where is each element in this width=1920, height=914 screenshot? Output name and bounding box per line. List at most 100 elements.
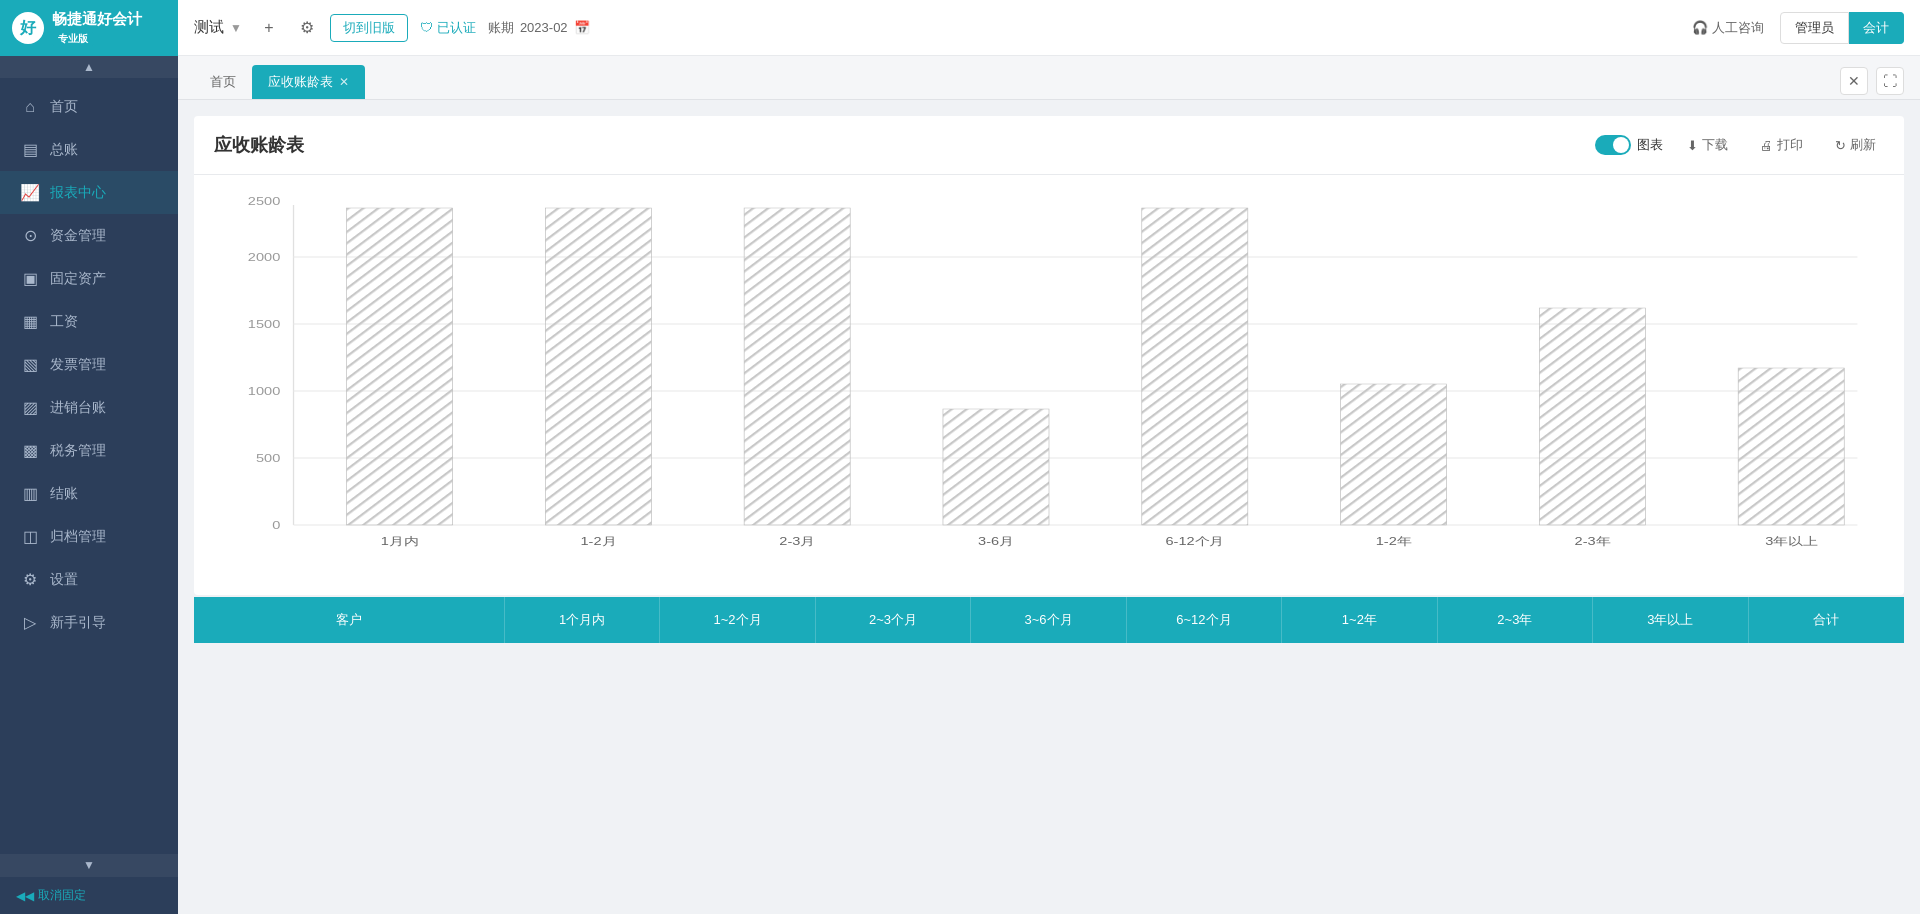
shield-icon: 🛡 [420, 20, 433, 35]
sidebar-item-label: 固定资产 [50, 270, 106, 288]
headset-icon: 🎧 [1692, 20, 1708, 35]
sidebar-item-ledger[interactable]: ▤ 总账 [0, 128, 178, 171]
bar-5 [1142, 208, 1248, 525]
cancel-fixed-btn[interactable]: ◀◀ 取消固定 [0, 876, 178, 914]
svg-text:2-3月: 2-3月 [779, 535, 815, 548]
consult-btn[interactable]: 🎧 人工咨询 [1692, 19, 1764, 37]
download-label: 下载 [1702, 136, 1728, 154]
period-value: 2023-02 [520, 20, 568, 35]
col-header-1-2m: 1~2个月 [660, 597, 815, 643]
expand-btn[interactable]: ⛶ [1876, 67, 1904, 95]
closing-icon: ▥ [20, 484, 40, 503]
switch-version-btn[interactable]: 切到旧版 [330, 14, 408, 42]
app-logo: 好 畅捷通好会计 专业版 [0, 0, 178, 56]
tax-icon: ▩ [20, 441, 40, 460]
close-tab-btn[interactable]: ✕ [1840, 67, 1868, 95]
logo-icon: 好 [12, 12, 44, 44]
sidebar-item-label: 结账 [50, 485, 78, 503]
report-container: 应收账龄表 图表 ⬇ 下载 🖨 打印 ↻ [194, 116, 1904, 595]
svg-text:1-2年: 1-2年 [1376, 535, 1412, 548]
svg-text:1000: 1000 [248, 385, 280, 398]
assets-icon: ▣ [20, 269, 40, 288]
sidebar-item-label: 归档管理 [50, 528, 106, 546]
accountant-btn[interactable]: 会计 [1849, 12, 1904, 44]
col-header-2-3m: 2~3个月 [816, 597, 971, 643]
sidebar-item-label: 税务管理 [50, 442, 106, 460]
table-area: 客户 1个月内 1~2个月 2~3个月 3~6个月 6~12个月 1~2年 2~… [194, 597, 1904, 643]
payroll-icon: ▦ [20, 312, 40, 331]
report-actions: 图表 ⬇ 下载 🖨 打印 ↻ 刷新 [1595, 132, 1884, 158]
sidebar-item-label: 设置 [50, 571, 78, 589]
col-header-6-12m: 6~12个月 [1127, 597, 1282, 643]
sidebar-item-settings[interactable]: ⚙ 设置 [0, 558, 178, 601]
settings-btn[interactable]: ⚙ [292, 13, 322, 43]
sidebar-item-label: 首页 [50, 98, 78, 116]
cancel-fixed-icon: ◀◀ [16, 889, 34, 903]
tab-close-icon[interactable]: ✕ [339, 75, 349, 89]
bar-4 [943, 409, 1049, 525]
chart-toggle-label: 图表 [1595, 135, 1663, 155]
consult-label: 人工咨询 [1712, 19, 1764, 37]
sidebar-item-reports[interactable]: 📈 报表中心 [0, 171, 178, 214]
print-btn[interactable]: 🖨 打印 [1752, 132, 1811, 158]
svg-text:1月内: 1月内 [381, 535, 418, 548]
scroll-up-btn[interactable]: ▲ [0, 56, 178, 78]
add-btn[interactable]: + [254, 13, 284, 43]
sidebar-item-invoices[interactable]: ▧ 发票管理 [0, 343, 178, 386]
period-text-label: 账期 [488, 19, 514, 37]
refresh-btn[interactable]: ↻ 刷新 [1827, 132, 1884, 158]
calendar-icon[interactable]: 📅 [574, 20, 590, 35]
tab-aging-report[interactable]: 应收账龄表 ✕ [252, 65, 365, 99]
sidebar-item-assets[interactable]: ▣ 固定资产 [0, 257, 178, 300]
svg-text:1500: 1500 [248, 318, 280, 331]
archive-icon: ◫ [20, 527, 40, 546]
page-content: 应收账龄表 图表 ⬇ 下载 🖨 打印 ↻ [178, 100, 1920, 914]
tab-home[interactable]: 首页 [194, 65, 252, 99]
scroll-down-btn[interactable]: ▼ [0, 854, 178, 876]
certified-badge: 🛡 已认证 [420, 19, 476, 37]
print-label: 打印 [1777, 136, 1803, 154]
sidebar: 好 畅捷通好会计 专业版 ▲ ⌂ 首页 ▤ 总账 📈 报表中心 ⊙ 资金管理 ▣… [0, 0, 178, 914]
sidebar-item-label: 进销台账 [50, 399, 106, 417]
inventory-icon: ▨ [20, 398, 40, 417]
sidebar-item-payroll[interactable]: ▦ 工资 [0, 300, 178, 343]
main-area: 测试 ▼ + ⚙ 切到旧版 🛡 已认证 账期 2023-02 📅 🎧 人工咨询 … [178, 0, 1920, 914]
reports-icon: 📈 [20, 183, 40, 202]
settings-icon: ⚙ [20, 570, 40, 589]
download-btn[interactable]: ⬇ 下载 [1679, 132, 1736, 158]
sidebar-item-label: 报表中心 [50, 184, 106, 202]
tab-aging-label: 应收账龄表 [268, 73, 333, 91]
sidebar-item-closing[interactable]: ▥ 结账 [0, 472, 178, 515]
svg-text:2500: 2500 [248, 195, 280, 208]
sidebar-item-tax[interactable]: ▩ 税务管理 [0, 429, 178, 472]
sidebar-item-label: 工资 [50, 313, 78, 331]
sidebar-nav: ⌂ 首页 ▤ 总账 📈 报表中心 ⊙ 资金管理 ▣ 固定资产 ▦ 工资 ▧ 发票… [0, 78, 178, 854]
chart-area: 0 500 1000 1500 2000 2500 [194, 175, 1904, 595]
app-edition: 专业版 [52, 32, 94, 46]
print-icon: 🖨 [1760, 138, 1773, 153]
download-icon: ⬇ [1687, 138, 1698, 153]
logo-text: 畅捷通好会计 专业版 [52, 10, 142, 46]
manager-btn[interactable]: 管理员 [1780, 12, 1849, 44]
report-title: 应收账龄表 [214, 133, 304, 157]
col-header-total: 合计 [1749, 597, 1904, 643]
sidebar-item-funds[interactable]: ⊙ 资金管理 [0, 214, 178, 257]
svg-text:2000: 2000 [248, 251, 280, 264]
sidebar-item-archive[interactable]: ◫ 归档管理 [0, 515, 178, 558]
col-header-customer: 客户 [194, 597, 505, 643]
chart-toggle-switch[interactable] [1595, 135, 1631, 155]
funds-icon: ⊙ [20, 226, 40, 245]
svg-text:3年以上: 3年以上 [1765, 535, 1817, 548]
sidebar-item-home[interactable]: ⌂ 首页 [0, 86, 178, 128]
sidebar-item-inventory[interactable]: ▨ 进销台账 [0, 386, 178, 429]
project-chevron-icon: ▼ [230, 21, 242, 35]
project-name: 测试 [194, 18, 224, 37]
svg-text:6-12个月: 6-12个月 [1166, 535, 1225, 548]
svg-text:3-6月: 3-6月 [978, 535, 1014, 548]
project-selector[interactable]: 测试 ▼ [194, 18, 242, 37]
sidebar-item-guide[interactable]: ▷ 新手引导 [0, 601, 178, 644]
bar-chart: 0 500 1000 1500 2000 2500 [214, 195, 1884, 575]
invoices-icon: ▧ [20, 355, 40, 374]
topbar: 测试 ▼ + ⚙ 切到旧版 🛡 已认证 账期 2023-02 📅 🎧 人工咨询 … [178, 0, 1920, 56]
svg-text:0: 0 [272, 519, 280, 532]
